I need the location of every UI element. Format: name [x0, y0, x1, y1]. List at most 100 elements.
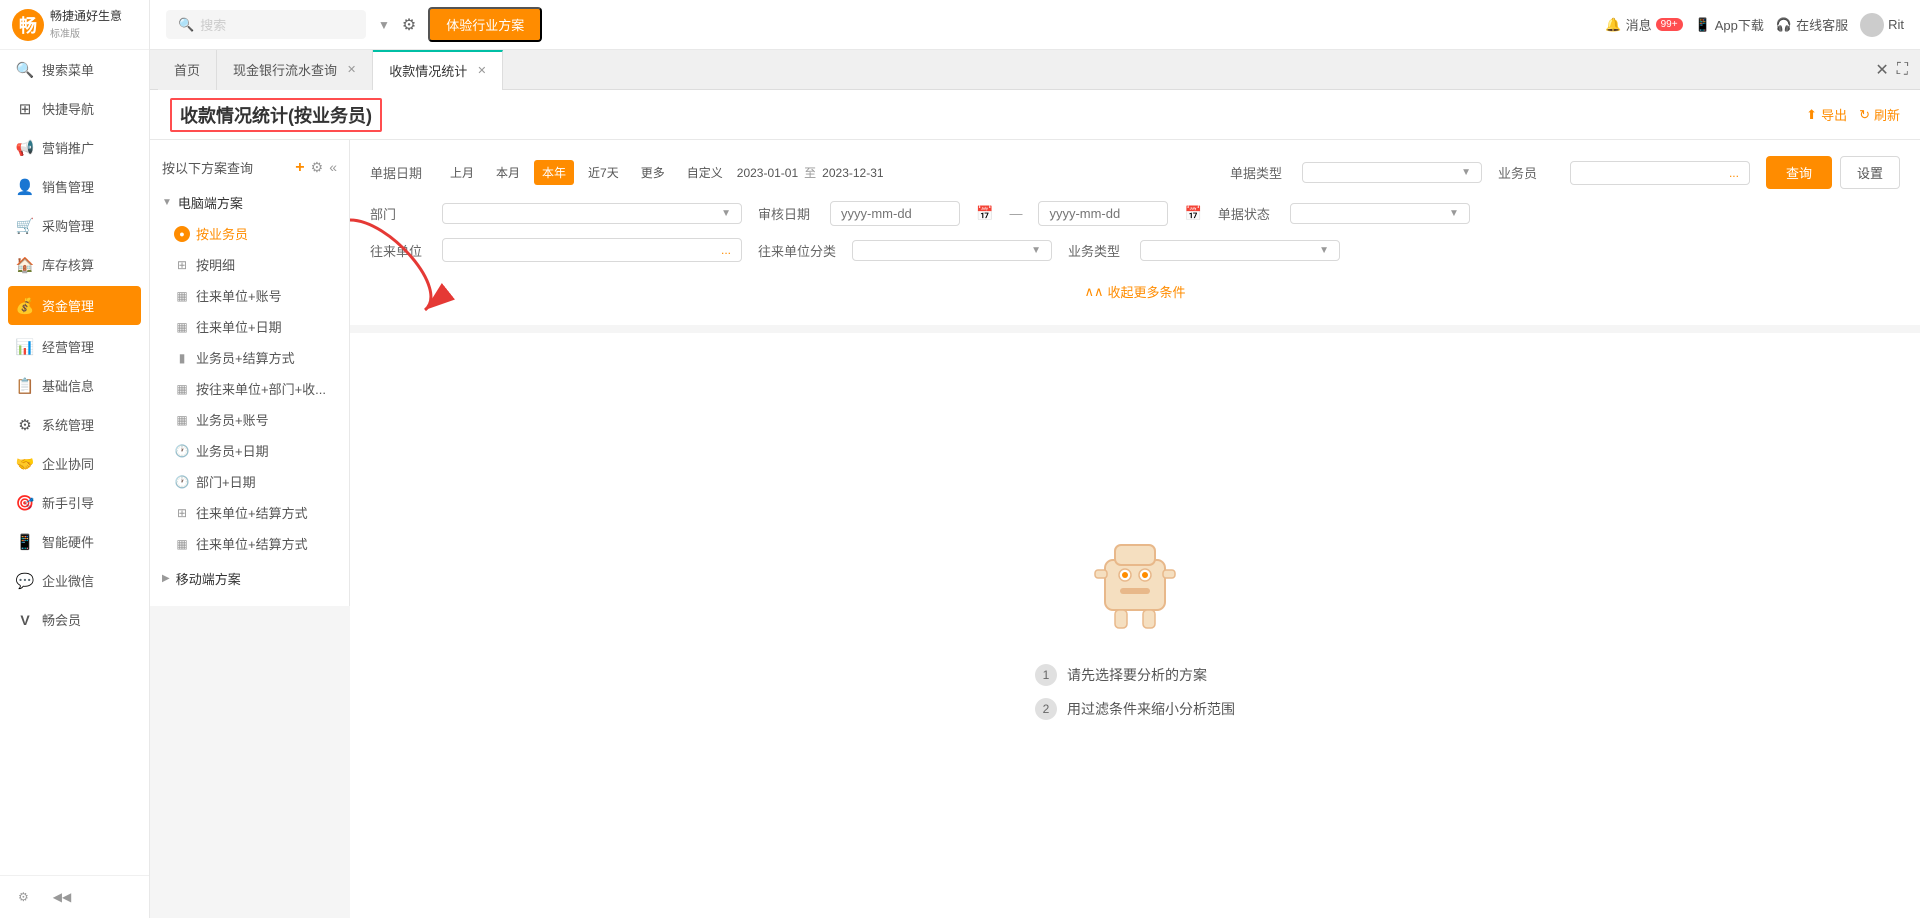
topbar-search-placeholder[interactable]: 搜索	[200, 15, 226, 34]
plan-item-label: 按业务员	[196, 224, 248, 243]
notification-btn[interactable]: 🔔 消息 99+	[1605, 15, 1682, 34]
export-icon: ⬆	[1806, 107, 1817, 123]
counterpart-type-filter-label: 往来单位分类	[758, 241, 836, 260]
dept-dropdown[interactable]: ▼	[442, 203, 742, 224]
audit-date-to-calendar-icon[interactable]: 📅	[1184, 205, 1201, 222]
tab-collection-stats[interactable]: 收款情况统计 ✕	[373, 50, 503, 90]
app-download-btn[interactable]: 📱 App下载	[1695, 15, 1764, 34]
audit-date-dash: —	[1009, 206, 1022, 221]
counterpart-more-icon[interactable]: ...	[721, 243, 731, 257]
sidebar-item-label: 快捷导航	[42, 99, 94, 118]
collapse-filter-btn[interactable]: ∧∧ 收起更多条件	[370, 274, 1900, 309]
mobile-group-title[interactable]: ▶ 移动端方案	[150, 563, 349, 594]
salesman-dropdown[interactable]: ...	[1570, 161, 1750, 185]
audit-date-from-input[interactable]	[830, 201, 960, 226]
plan-item-by-salesman[interactable]: ● 按业务员	[162, 218, 349, 249]
sidebar-item-label: 企业微信	[42, 571, 94, 590]
collapse-sidebar-btn[interactable]: ◀◀	[45, 886, 79, 908]
date-btn-this-month[interactable]: 本月	[488, 160, 528, 185]
desktop-group-title[interactable]: ▼ 电脑端方案	[150, 187, 349, 218]
tab-home[interactable]: 首页	[158, 50, 217, 90]
biz-type-dropdown[interactable]: ▼	[1140, 240, 1340, 261]
plan-item-counterpart-settle1[interactable]: ⊞ 往来单位+结算方式	[162, 497, 349, 528]
plan-item-salesman-settlement[interactable]: ▮ 业务员+结算方式	[162, 342, 349, 373]
notification-label: 消息	[1626, 15, 1652, 34]
sidebar-item-inventory[interactable]: 🏠 库存核算	[0, 245, 149, 284]
guide-icon: 🎯	[16, 494, 34, 512]
tab-maximize-icon[interactable]: ⛶	[1897, 61, 1908, 79]
date-btn-7days[interactable]: 近7天	[580, 160, 627, 185]
doc-type-dropdown[interactable]: ▼	[1302, 162, 1482, 183]
date-btn-more[interactable]: 更多	[633, 160, 673, 185]
plan-item-icon-table3: ▦	[174, 381, 190, 397]
tab-collection-close[interactable]: ✕	[477, 64, 486, 77]
date-btn-this-year[interactable]: 本年	[534, 160, 574, 185]
plan-item-salesman-date[interactable]: 🕐 业务员+日期	[162, 435, 349, 466]
sidebar-item-sales[interactable]: 👤 销售管理	[0, 167, 149, 206]
step-1-num: 1	[1035, 664, 1057, 686]
plan-item-counterpart-date[interactable]: ▦ 往来单位+日期	[162, 311, 349, 342]
left-panel: 按以下方案查询 + ⚙ « ▼ 电脑端方案	[150, 140, 350, 606]
doc-status-dropdown[interactable]: ▼	[1290, 203, 1470, 224]
tab-bank-flow-close[interactable]: ✕	[347, 63, 356, 76]
refresh-icon: ↻	[1859, 107, 1870, 123]
sidebar: 畅 畅捷通好生意 标准版 🔍 搜索菜单 ⊞ 快捷导航 📢 营销推广 👤 销售管理…	[0, 0, 150, 918]
plan-item-counterpart-account[interactable]: ▦ 往来单位+账号	[162, 280, 349, 311]
sidebar-item-wechat[interactable]: 💬 企业微信	[0, 561, 149, 600]
add-plan-btn[interactable]: +	[295, 159, 304, 177]
query-button[interactable]: 查询	[1766, 156, 1832, 189]
user-name: Rit	[1888, 17, 1904, 32]
counterpart-dropdown[interactable]: ...	[442, 238, 742, 262]
member-icon: V	[16, 611, 34, 629]
plan-item-counterpart-settle2[interactable]: ▦ 往来单位+结算方式	[162, 528, 349, 559]
topbar-settings-icon[interactable]: ⚙	[402, 15, 416, 35]
sidebar-item-quicknav[interactable]: ⊞ 快捷导航	[0, 89, 149, 128]
sidebar-item-search[interactable]: 🔍 搜索菜单	[0, 50, 149, 89]
audit-date-to-input[interactable]	[1038, 201, 1168, 226]
collapse-icon: ∧∧	[1084, 284, 1103, 300]
topbar: 🔍 搜索 ▼ ⚙ 体验行业方案 🔔 消息 99+ 📱 App下载 🎧 在线客服 …	[150, 0, 1920, 50]
plan-item-salesman-account[interactable]: ▦ 业务员+账号	[162, 404, 349, 435]
refresh-button[interactable]: ↻ 刷新	[1859, 105, 1900, 124]
export-button[interactable]: ⬆ 导出	[1806, 105, 1847, 124]
settings-footer-btn[interactable]: ⚙	[10, 886, 37, 908]
refresh-label: 刷新	[1874, 105, 1900, 124]
plan-item-counterpart-dept[interactable]: ▦ 按往来单位+部门+收...	[162, 373, 349, 404]
plan-settings-icon[interactable]: ⚙	[311, 159, 324, 177]
plan-header: 按以下方案查询 + ⚙ «	[150, 152, 349, 183]
tab-close-all-icon[interactable]: ✕	[1875, 60, 1888, 80]
search-menu-icon: 🔍	[16, 61, 34, 79]
operation-icon: 📊	[16, 338, 34, 356]
plan-item-by-detail[interactable]: ⊞ 按明细	[162, 249, 349, 280]
sidebar-item-basicinfo[interactable]: 📋 基础信息	[0, 366, 149, 405]
sidebar-item-guide[interactable]: 🎯 新手引导	[0, 483, 149, 522]
sidebar-item-operation[interactable]: 📊 经营管理	[0, 327, 149, 366]
sidebar-item-purchase[interactable]: 🛒 采购管理	[0, 206, 149, 245]
plan-item-label: 按明细	[196, 255, 235, 274]
sidebar-item-member[interactable]: V 畅会员	[0, 600, 149, 639]
sidebar-item-smarthw[interactable]: 📱 智能硬件	[0, 522, 149, 561]
plan-item-label: 按往来单位+部门+收...	[196, 379, 326, 398]
audit-date-filter-label: 审核日期	[758, 204, 814, 223]
plan-collapse-icon[interactable]: «	[329, 159, 337, 177]
user-avatar[interactable]: Rit	[1860, 13, 1904, 37]
date-btn-custom[interactable]: 自定义	[679, 160, 731, 185]
salesman-more-icon[interactable]: ...	[1729, 166, 1739, 180]
sidebar-item-capital[interactable]: 💰 资金管理	[8, 286, 141, 325]
tab-bank-flow[interactable]: 现金银行流水查询 ✕	[217, 50, 373, 90]
sidebar-item-marketing[interactable]: 📢 营销推广	[0, 128, 149, 167]
sidebar-item-system[interactable]: ⚙ 系统管理	[0, 405, 149, 444]
counterpart-type-dropdown[interactable]: ▼	[852, 240, 1052, 261]
sidebar-item-enterprise[interactable]: 🤝 企业协同	[0, 444, 149, 483]
date-btn-last-month[interactable]: 上月	[442, 160, 482, 185]
topbar-dropdown-icon[interactable]: ▼	[378, 18, 390, 32]
plan-item-dept-date[interactable]: 🕐 部门+日期	[162, 466, 349, 497]
date-range-from: 2023-01-01	[737, 166, 798, 180]
trial-button[interactable]: 体验行业方案	[428, 7, 542, 42]
mobile-plan-group: ▶ 移动端方案	[150, 563, 349, 594]
smarthw-icon: 📱	[16, 533, 34, 551]
plan-item-icon-bar: ▮	[174, 350, 190, 366]
set-button[interactable]: 设置	[1840, 156, 1900, 189]
online-service-btn[interactable]: 🎧 在线客服	[1776, 15, 1848, 34]
audit-date-from-calendar-icon[interactable]: 📅	[976, 205, 993, 222]
